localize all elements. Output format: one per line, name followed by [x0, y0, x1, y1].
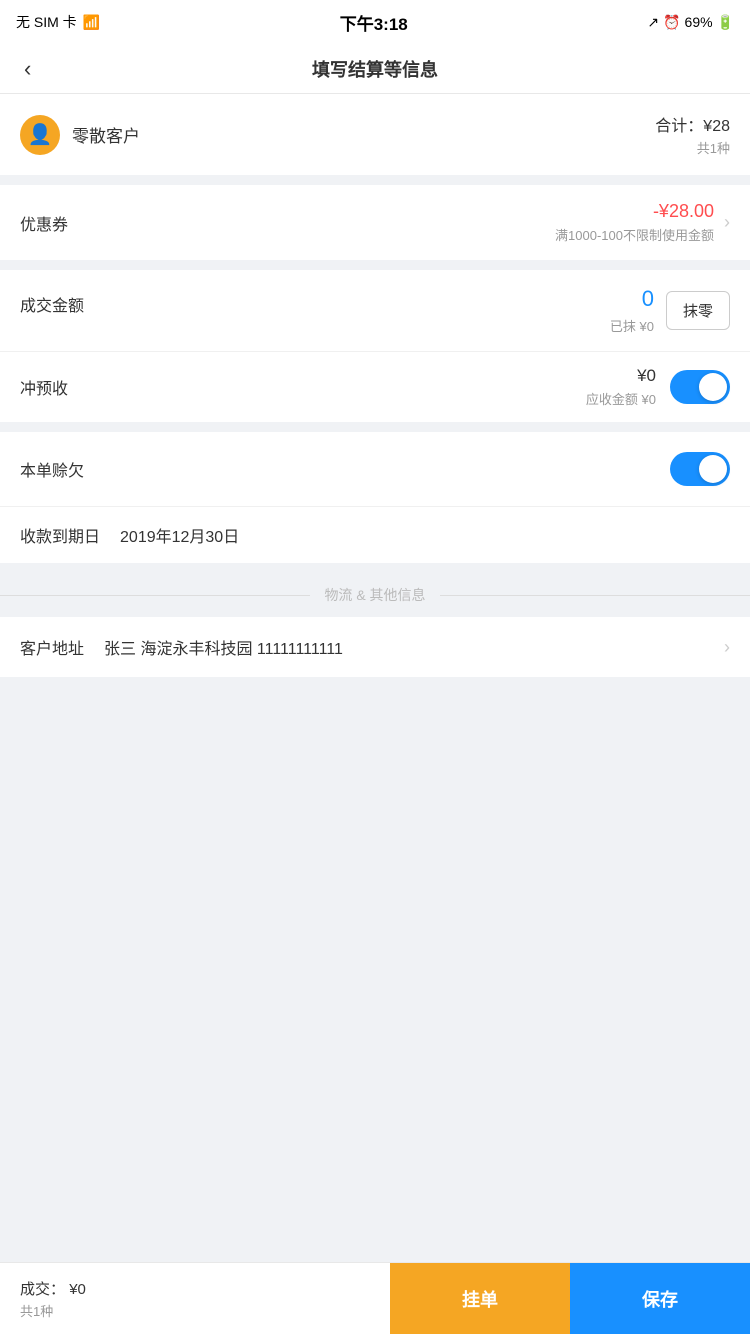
due-date-value: 2019年12月30日: [120, 523, 239, 547]
discount-amount: -¥28.00: [555, 201, 714, 222]
no-sim-text: 无 SIM 卡: [16, 12, 77, 32]
pre-receive-row: 冲预收 ¥0 应收金额 ¥0: [0, 351, 750, 422]
logistics-divider: 物流 & 其他信息: [0, 573, 750, 617]
address-chevron-icon: ›: [724, 637, 730, 658]
deal-section: 成交金额 0 已抹 ¥0 抹零 冲预收 ¥0 应收金额 ¥0: [0, 270, 750, 422]
address-label: 客户地址: [20, 635, 84, 659]
avatar: 👤: [20, 115, 60, 155]
avatar-icon: 👤: [28, 122, 53, 147]
pre-sub-text: 应收金额 ¥0: [586, 389, 656, 408]
alarm-icon: ⏰: [663, 14, 680, 31]
status-right: ↗ ⏰ 69% 🔋: [647, 14, 734, 31]
credit-section: 本单赊欠 收款到期日 2019年12月30日: [0, 432, 750, 563]
coupon-row[interactable]: 优惠券 -¥28.00 满1000-100不限制使用金额 ›: [0, 185, 750, 260]
customer-left: 👤 零散客户: [20, 115, 140, 155]
pre-receive-right: ¥0 应收金额 ¥0: [586, 366, 730, 408]
pre-receive-label: 冲预收: [20, 375, 68, 399]
coupon-right: -¥28.00 满1000-100不限制使用金额 ›: [555, 201, 730, 244]
battery-icon: 🔋: [717, 14, 734, 31]
save-button[interactable]: 保存: [570, 1263, 750, 1334]
deal-right: 0 已抹 ¥0 抹零: [610, 286, 730, 335]
nav-bar: ‹ 填写结算等信息: [0, 44, 750, 94]
total-count: 共1种: [655, 138, 730, 157]
customer-name: 零散客户: [72, 122, 140, 147]
credit-toggle[interactable]: [670, 452, 730, 486]
discount-sub: 满1000-100不限制使用金额: [555, 225, 714, 244]
logistics-label: 物流 & 其他信息: [310, 585, 439, 605]
address-value: 张三 海淀永丰科技园 11111111111: [104, 635, 724, 659]
bottom-deal-text: 成交： ¥0: [20, 1278, 370, 1299]
deal-amount-block: 0 已抹 ¥0: [610, 286, 654, 335]
credit-row: 本单赊欠: [0, 432, 750, 506]
bottom-deal-amount: ¥0: [69, 1281, 86, 1298]
pre-amount-block: ¥0 应收金额 ¥0: [586, 366, 656, 408]
pre-amount-value: ¥0: [586, 366, 656, 386]
status-time: 下午3:18: [340, 10, 408, 35]
location-icon: ↗: [647, 14, 659, 31]
status-bar: 无 SIM 卡 📶 下午3:18 ↗ ⏰ 69% 🔋: [0, 0, 750, 44]
address-section[interactable]: 客户地址 张三 海淀永丰科技园 11111111111 ›: [0, 617, 750, 677]
pending-button[interactable]: 挂单: [390, 1263, 570, 1334]
page-title: 填写结算等信息: [312, 56, 438, 82]
bottom-bar: 成交： ¥0 共1种 挂单 保存: [0, 1262, 750, 1334]
status-left: 无 SIM 卡 📶: [16, 12, 100, 32]
discount-col: -¥28.00 满1000-100不限制使用金额: [555, 201, 714, 244]
pre-receive-toggle[interactable]: [670, 370, 730, 404]
bottom-info: 成交： ¥0 共1种: [0, 1263, 390, 1334]
customer-right: 合计：¥28 共1种: [655, 112, 730, 157]
due-date-label: 收款到期日: [20, 523, 100, 547]
chevron-right-icon: ›: [724, 212, 730, 233]
coupon-label: 优惠券: [20, 211, 68, 235]
bottom-count: 共1种: [20, 1301, 370, 1320]
customer-row: 👤 零散客户 合计：¥28 共1种: [0, 94, 750, 175]
deal-label: 成交金额: [20, 286, 84, 316]
deal-amount-row: 成交金额 0 已抹 ¥0 抹零: [0, 270, 750, 351]
coupon-section[interactable]: 优惠券 -¥28.00 满1000-100不限制使用金额 ›: [0, 185, 750, 260]
round-zero-button[interactable]: 抹零: [666, 291, 730, 330]
deal-amount-value: 0: [610, 286, 654, 312]
wifi-icon: 📶: [83, 14, 100, 31]
customer-section: 👤 零散客户 合计：¥28 共1种: [0, 94, 750, 175]
address-row[interactable]: 客户地址 张三 海淀永丰科技园 11111111111 ›: [0, 617, 750, 677]
bottom-deal-label: 成交：: [20, 1281, 65, 1298]
deal-sub-text: 已抹 ¥0: [610, 316, 654, 335]
battery-text: 69%: [685, 14, 713, 30]
back-button[interactable]: ‹: [16, 48, 39, 90]
credit-label: 本单赊欠: [20, 457, 84, 481]
due-date-row: 收款到期日 2019年12月30日: [0, 506, 750, 563]
total-amount: 合计：¥28: [655, 112, 730, 136]
